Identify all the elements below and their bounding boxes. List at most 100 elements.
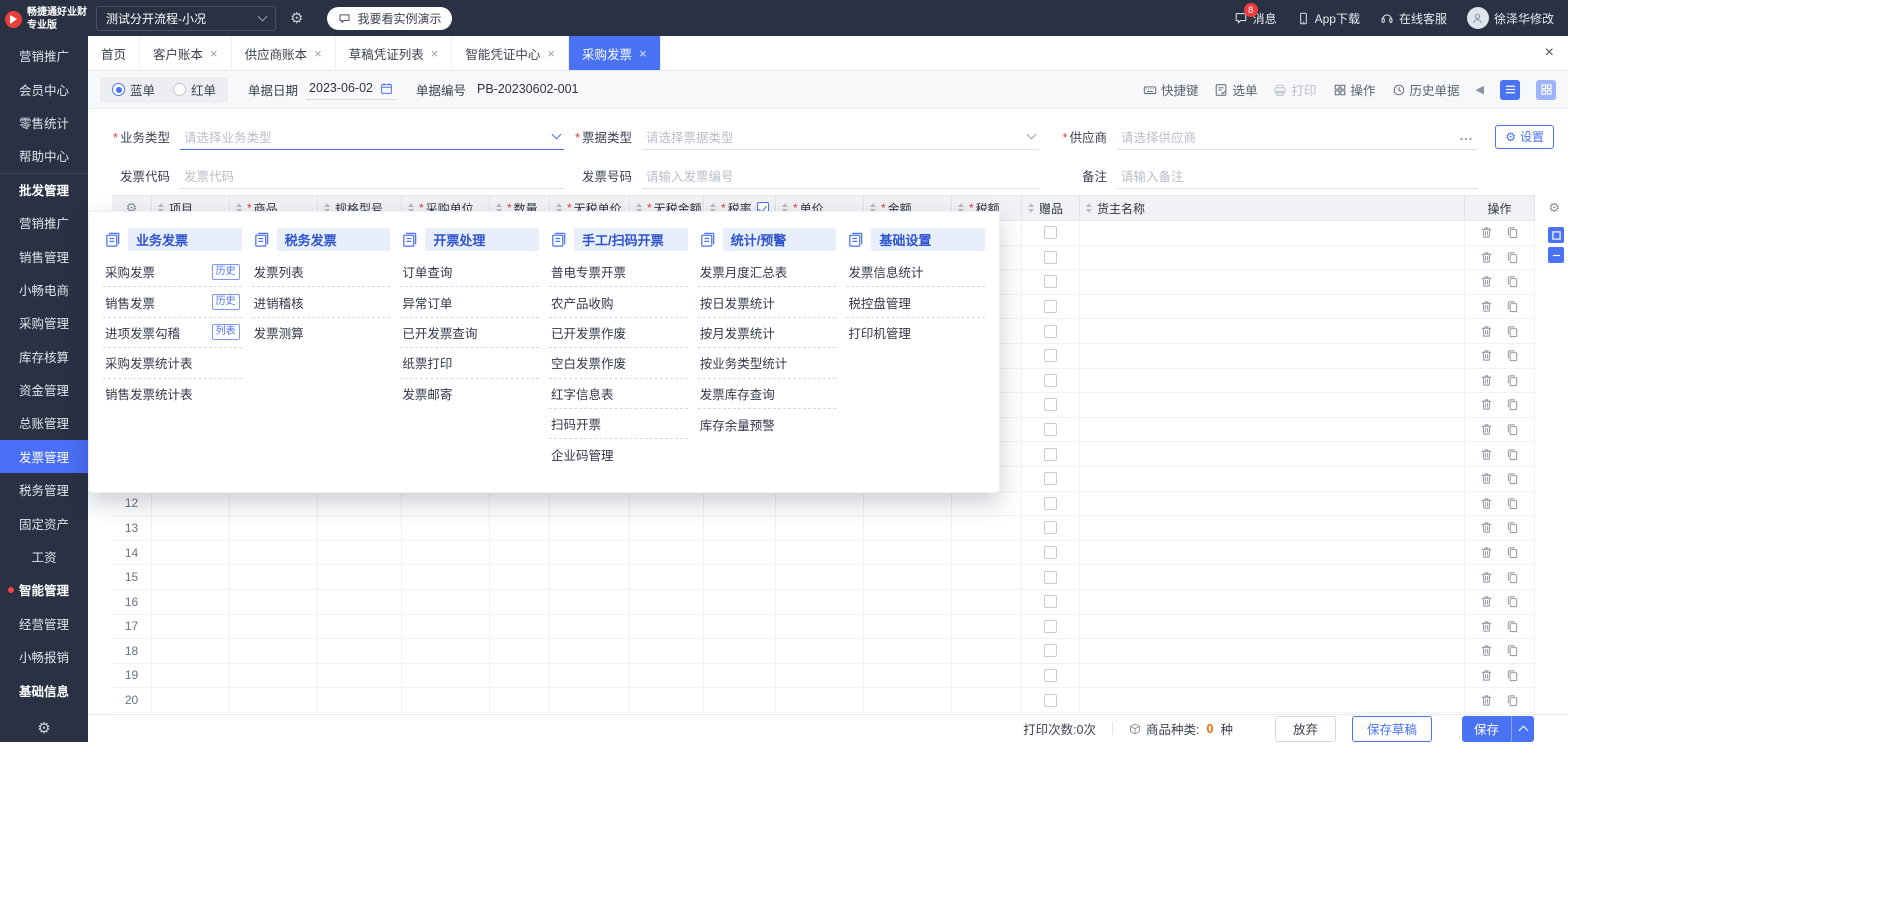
sidebar-item-1[interactable]: 会员中心 [0,72,88,105]
gift-checkbox[interactable] [1044,693,1057,707]
copy-row-icon[interactable] [1506,374,1519,387]
column-header-gift[interactable]: 赠品 [1022,196,1080,220]
sidebar-item-4[interactable]: 批发管理 [0,172,88,206]
menu-item[interactable]: 按业务类型统计 [697,348,837,379]
invoice-code-input[interactable]: 发票代码 [180,163,564,189]
workspace-select[interactable]: 测试分开流程-小况 [96,5,276,31]
delete-row-icon[interactable] [1480,497,1493,510]
menu-item[interactable]: 发票邮寄 [400,379,539,409]
invoice-number-input[interactable]: 请输入发票编号 [642,163,1039,189]
delete-row-icon[interactable] [1480,644,1493,657]
gift-checkbox[interactable] [1044,472,1057,486]
tab-1[interactable]: 客户账本 × [140,36,232,70]
menu-item[interactable]: 发票月度汇总表 [697,257,837,288]
gift-checkbox[interactable] [1044,668,1057,682]
grid-config-gear-icon[interactable]: ⚙ [1548,200,1560,216]
gift-checkbox[interactable] [1044,349,1057,363]
sidebar-item-17[interactable]: 经营管理 [0,607,88,640]
delete-row-icon[interactable] [1480,521,1493,534]
menu-item[interactable]: 进项发票勾稽 列表 [103,318,242,349]
delete-row-icon[interactable] [1480,669,1493,682]
menu-item[interactable]: 异常订单 [400,287,540,318]
copy-row-icon[interactable] [1506,423,1519,436]
list-view-button[interactable] [1500,79,1520,100]
sidebar-item-7[interactable]: 小畅电商 [0,273,88,306]
delete-row-icon[interactable] [1480,472,1493,485]
gift-checkbox[interactable] [1044,644,1057,658]
menu-item[interactable]: 普电专票开票 [549,257,688,288]
blue-invoice-radio[interactable]: 蓝单 [112,80,155,99]
gift-checkbox[interactable] [1044,546,1057,560]
gift-checkbox[interactable] [1044,275,1057,289]
delete-row-icon[interactable] [1480,620,1493,633]
delete-row-icon[interactable] [1480,349,1493,362]
copy-row-icon[interactable] [1506,571,1519,584]
delete-row-icon[interactable] [1480,546,1493,559]
lookup-dots-icon[interactable]: ... [1460,129,1473,143]
menu-item[interactable]: 发票测算 [252,318,391,348]
settings-button[interactable]: ⚙ 设置 [1495,124,1554,149]
gift-checkbox[interactable] [1044,521,1057,535]
gift-checkbox[interactable] [1044,447,1057,461]
sidebar-item-2[interactable]: 零售统计 [0,106,88,139]
sidebar-item-3[interactable]: 帮助中心 [0,139,88,172]
delete-row-icon[interactable] [1480,398,1493,411]
menu-item[interactable]: 销售发票统计表 [103,379,242,409]
sidebar-item-8[interactable]: 采购管理 [0,306,88,339]
menu-item[interactable]: 已开发票作废 [549,318,688,349]
gift-checkbox[interactable] [1044,250,1057,264]
tab-close-icon[interactable]: × [210,47,218,60]
discard-button[interactable]: 放弃 [1274,715,1336,742]
menu-item[interactable]: 按日发票统计 [697,287,837,318]
menu-item[interactable]: 农产品收购 [549,287,688,318]
tab-close-icon[interactable]: × [639,47,647,60]
sidebar-item-19[interactable]: 基础信息 [0,673,88,706]
menu-item[interactable]: 企业码管理 [549,439,688,469]
tab-3[interactable]: 草稿凭证列表 × [336,36,453,70]
sidebar-item-12[interactable]: 发票管理 [0,439,88,474]
expand-panel-button[interactable] [1548,227,1564,243]
tab-close-icon[interactable]: × [431,47,439,60]
gift-checkbox[interactable] [1044,324,1057,338]
tab-4[interactable]: 智能凭证中心 × [452,36,569,70]
delete-row-icon[interactable] [1480,448,1493,461]
tab-0[interactable]: 首页 [88,36,141,70]
sidebar-item-14[interactable]: 固定资产 [0,506,88,539]
toolbar-action-3[interactable]: 操作 [1333,80,1376,99]
gift-checkbox[interactable] [1044,423,1057,437]
topbar-gear-icon[interactable]: ⚙ [290,9,303,27]
menu-item[interactable]: 发票列表 [251,257,391,288]
copy-row-icon[interactable] [1506,398,1519,411]
delete-row-icon[interactable] [1480,694,1493,707]
copy-row-icon[interactable] [1506,275,1519,288]
sidebar-item-15[interactable]: 工资 [0,540,88,573]
red-invoice-radio[interactable]: 红单 [173,80,216,99]
menu-item[interactable]: 打印机管理 [846,318,985,348]
gift-checkbox[interactable] [1044,373,1057,387]
tab-close-icon[interactable]: × [547,47,555,60]
column-header-owner[interactable]: 货主名称 [1080,196,1465,220]
tab-close-icon[interactable]: × [314,47,322,60]
tab-5[interactable]: 采购发票 × [568,36,661,70]
app-download-button[interactable]: App下载 [1297,10,1360,27]
remark-input[interactable]: 请输入备注 [1117,163,1478,189]
user-menu[interactable]: 徐泽华修改 [1466,7,1554,29]
messages-button[interactable]: 8 消息 [1234,3,1277,27]
tab-2[interactable]: 供应商账本 × [232,36,336,70]
delete-row-icon[interactable] [1480,226,1493,239]
menu-item[interactable]: 已开发票查询 [400,318,540,349]
delete-row-icon[interactable] [1480,275,1493,288]
sidebar-item-0[interactable]: 营销推广 [0,39,88,72]
menu-item[interactable]: 扫码开票 [549,409,688,440]
sort-icon[interactable] [1028,203,1035,213]
calendar-icon[interactable] [380,82,393,95]
close-all-tabs-icon[interactable]: × [1545,44,1554,62]
gift-checkbox[interactable] [1044,570,1057,584]
toolbar-action-4[interactable]: 历史单据 [1392,80,1460,99]
toolbar-action-0[interactable]: 快捷键 [1143,80,1198,99]
collapse-left-icon[interactable]: ◀ [1476,83,1484,96]
column-header-op[interactable]: 操作 [1465,196,1535,220]
sidebar-item-18[interactable]: 小畅报销 [0,640,88,673]
gift-checkbox[interactable] [1044,619,1057,633]
copy-row-icon[interactable] [1506,620,1519,633]
